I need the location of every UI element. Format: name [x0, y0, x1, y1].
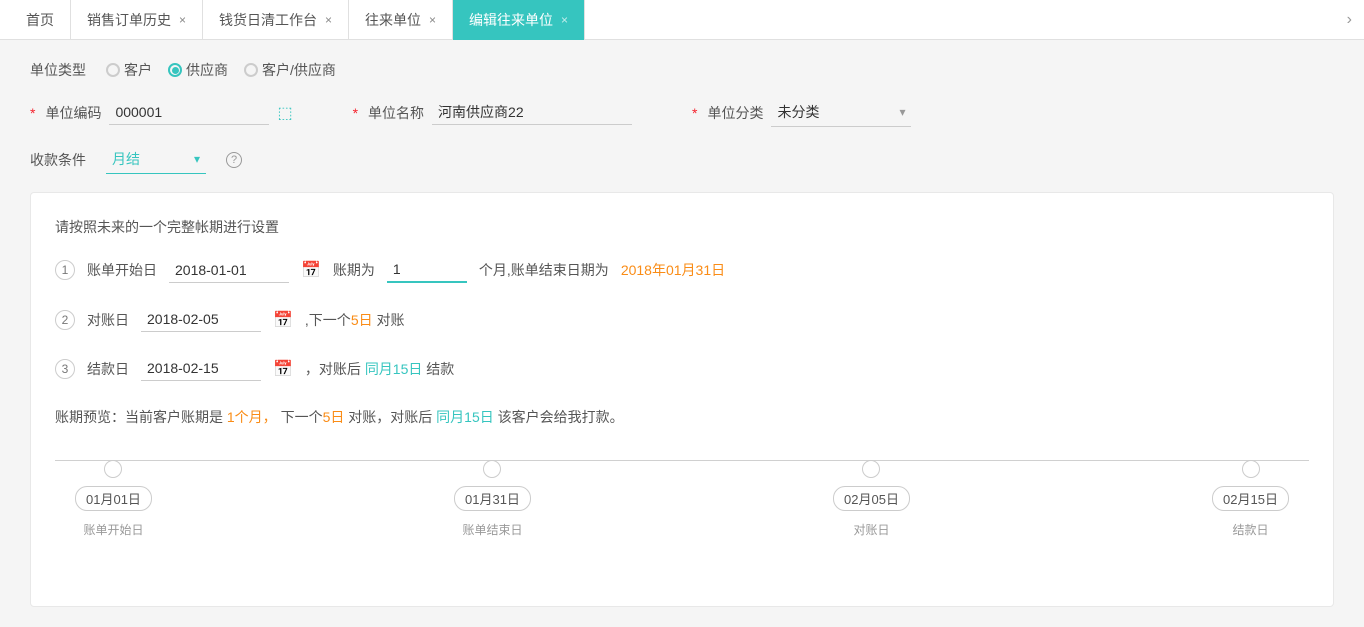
payment-terms-select[interactable]: 月结 ▾	[106, 145, 206, 174]
unit-code-group: * 单位编码 ⬚	[30, 100, 293, 125]
account-end-date-highlight: 2018年01月31日	[621, 260, 725, 280]
preview-prefix: 账期预览：当前客户账期是	[55, 409, 223, 425]
radio-both-label: 客户/供应商	[262, 60, 336, 80]
unit-code-label: 单位编码	[45, 103, 101, 123]
account-start-date-label: 账单开始日	[87, 260, 157, 280]
reconciliation-desc: ,下一个5日 对账	[305, 310, 405, 330]
timeline-container: 01月01日 账单开始日 01月31日 账单结束日 02月05日 对账日	[55, 450, 1309, 578]
help-icon[interactable]: ?	[226, 152, 242, 168]
unit-name-group: * 单位名称	[353, 100, 632, 125]
account-start-date-input[interactable]	[169, 258, 289, 283]
setting-row-1: 1 账单开始日 📅 账期为 个月,账单结束日期为 2018年01月31日	[55, 257, 1309, 283]
timeline-node-4: 02月15日 结款日	[1212, 460, 1289, 538]
timeline-node-4-label: 结款日	[1233, 521, 1269, 538]
unit-name-input[interactable]	[432, 100, 632, 125]
settlement-date-label: 结款日	[87, 359, 129, 379]
timeline-nodes: 01月01日 账单开始日 01月31日 账单结束日 02月05日 对账日	[75, 460, 1289, 538]
reconciliation-date-label: 对账日	[87, 310, 129, 330]
row-num-2: 2	[55, 310, 75, 330]
tab-arrow[interactable]: ›	[1335, 11, 1364, 29]
tab-cashier-workbench-label: 钱货日清工作台	[219, 10, 317, 30]
tab-edit-related-units-label: 编辑往来单位	[469, 10, 553, 30]
account-start-date-cal-icon[interactable]: 📅	[301, 260, 321, 280]
radio-supplier-label: 供应商	[186, 60, 228, 80]
timeline-node-1-date: 01月01日	[75, 486, 152, 511]
timeline-node-3: 02月05日 对账日	[833, 460, 910, 538]
settings-card: 请按照未来的一个完整帐期进行设置 1 账单开始日 📅 账期为 个月,账单结束日期…	[30, 192, 1334, 607]
payment-terms-value: 月结	[112, 149, 140, 169]
unit-code-input[interactable]	[109, 100, 269, 125]
unit-category-label: 单位分类	[707, 103, 763, 123]
tab-edit-related-units-close[interactable]: ×	[561, 13, 568, 27]
timeline-node-4-date: 02月15日	[1212, 486, 1289, 511]
unit-category-select[interactable]: 未分类 ▾	[771, 98, 911, 127]
timeline-node-2: 01月31日 账单结束日	[454, 460, 531, 538]
settlement-date-cal-icon[interactable]: 📅	[273, 359, 293, 379]
radio-supplier-circle	[168, 63, 182, 77]
period-unit-label: 个月,账单结束日期为	[479, 260, 609, 280]
unit-type-label: 单位类型	[30, 60, 86, 80]
tab-home[interactable]: 首页	[10, 0, 71, 40]
radio-both-circle	[244, 63, 258, 77]
reconciliation-date-cal-icon[interactable]: 📅	[273, 310, 293, 330]
unit-category-value: 未分类	[777, 102, 819, 122]
timeline-node-2-label: 账单结束日	[462, 521, 522, 538]
timeline-node-1: 01月01日 账单开始日	[75, 460, 152, 538]
reconciliation-date-input[interactable]	[141, 307, 261, 332]
setting-row-2: 2 对账日 📅 ,下一个5日 对账	[55, 307, 1309, 332]
timeline-node-3-date: 02月05日	[833, 486, 910, 511]
radio-customer[interactable]: 客户	[106, 60, 152, 80]
copy-icon[interactable]: ⬚	[277, 103, 292, 123]
tab-related-units-close[interactable]: ×	[429, 13, 436, 27]
tab-bar: 首页 销售订单历史 × 钱货日清工作台 × 往来单位 × 编辑往来单位 × ›	[0, 0, 1364, 40]
setting-row-3: 3 结款日 📅 ，对账后 同月15日 结款	[55, 356, 1309, 381]
period-for-label: 账期为	[333, 260, 375, 280]
tab-sales-order-history-label: 销售订单历史	[87, 10, 171, 30]
row-num-3: 3	[55, 359, 75, 379]
timeline-node-1-label: 账单开始日	[83, 521, 143, 538]
period-input[interactable]	[387, 257, 467, 283]
tab-sales-order-history-close[interactable]: ×	[179, 13, 186, 27]
row-num-1: 1	[55, 260, 75, 280]
tab-related-units-label: 往来单位	[365, 10, 421, 30]
payment-terms-chevron: ▾	[194, 152, 200, 166]
radio-both[interactable]: 客户/供应商	[244, 60, 336, 80]
tab-edit-related-units[interactable]: 编辑往来单位 ×	[453, 0, 585, 40]
tab-cashier-workbench-close[interactable]: ×	[325, 13, 332, 27]
main-content: 单位类型 客户 供应商 客户/供应商 * 单位编码 ⬚ * 单位名称	[0, 40, 1364, 627]
tab-related-units[interactable]: 往来单位 ×	[349, 0, 453, 40]
unit-code-required: *	[30, 105, 35, 121]
unit-info-row: * 单位编码 ⬚ * 单位名称 * 单位分类 未分类 ▾	[30, 98, 1334, 127]
payment-terms-row: 收款条件 月结 ▾ ?	[30, 145, 1334, 174]
timeline-node-2-date: 01月31日	[454, 486, 531, 511]
tab-home-label: 首页	[26, 10, 54, 30]
unit-category-chevron: ▾	[899, 105, 905, 119]
unit-type-row: 单位类型 客户 供应商 客户/供应商	[30, 60, 1334, 80]
radio-customer-circle	[106, 63, 120, 77]
timeline-node-3-circle	[862, 460, 880, 478]
unit-name-label: 单位名称	[368, 103, 424, 123]
preview-text: 账期预览：当前客户账期是 1个月， 下一个5日 对账，对账后 同月15日 该客户…	[55, 405, 1309, 430]
settlement-desc: ，对账后 同月15日 结款	[305, 359, 454, 379]
radio-customer-label: 客户	[124, 60, 152, 80]
settlement-date-input[interactable]	[141, 356, 261, 381]
card-title: 请按照未来的一个完整帐期进行设置	[55, 217, 1309, 237]
tab-sales-order-history[interactable]: 销售订单历史 ×	[71, 0, 203, 40]
unit-type-radio-group: 客户 供应商 客户/供应商	[106, 60, 336, 80]
unit-name-required: *	[353, 105, 358, 121]
timeline-node-1-circle	[104, 460, 122, 478]
radio-supplier[interactable]: 供应商	[168, 60, 228, 80]
timeline-node-2-circle	[483, 460, 501, 478]
unit-category-group: * 单位分类 未分类 ▾	[692, 98, 911, 127]
timeline-node-4-circle	[1242, 460, 1260, 478]
tab-cashier-workbench[interactable]: 钱货日清工作台 ×	[203, 0, 349, 40]
unit-category-required: *	[692, 105, 697, 121]
payment-terms-label: 收款条件	[30, 150, 86, 170]
timeline-node-3-label: 对账日	[853, 521, 889, 538]
